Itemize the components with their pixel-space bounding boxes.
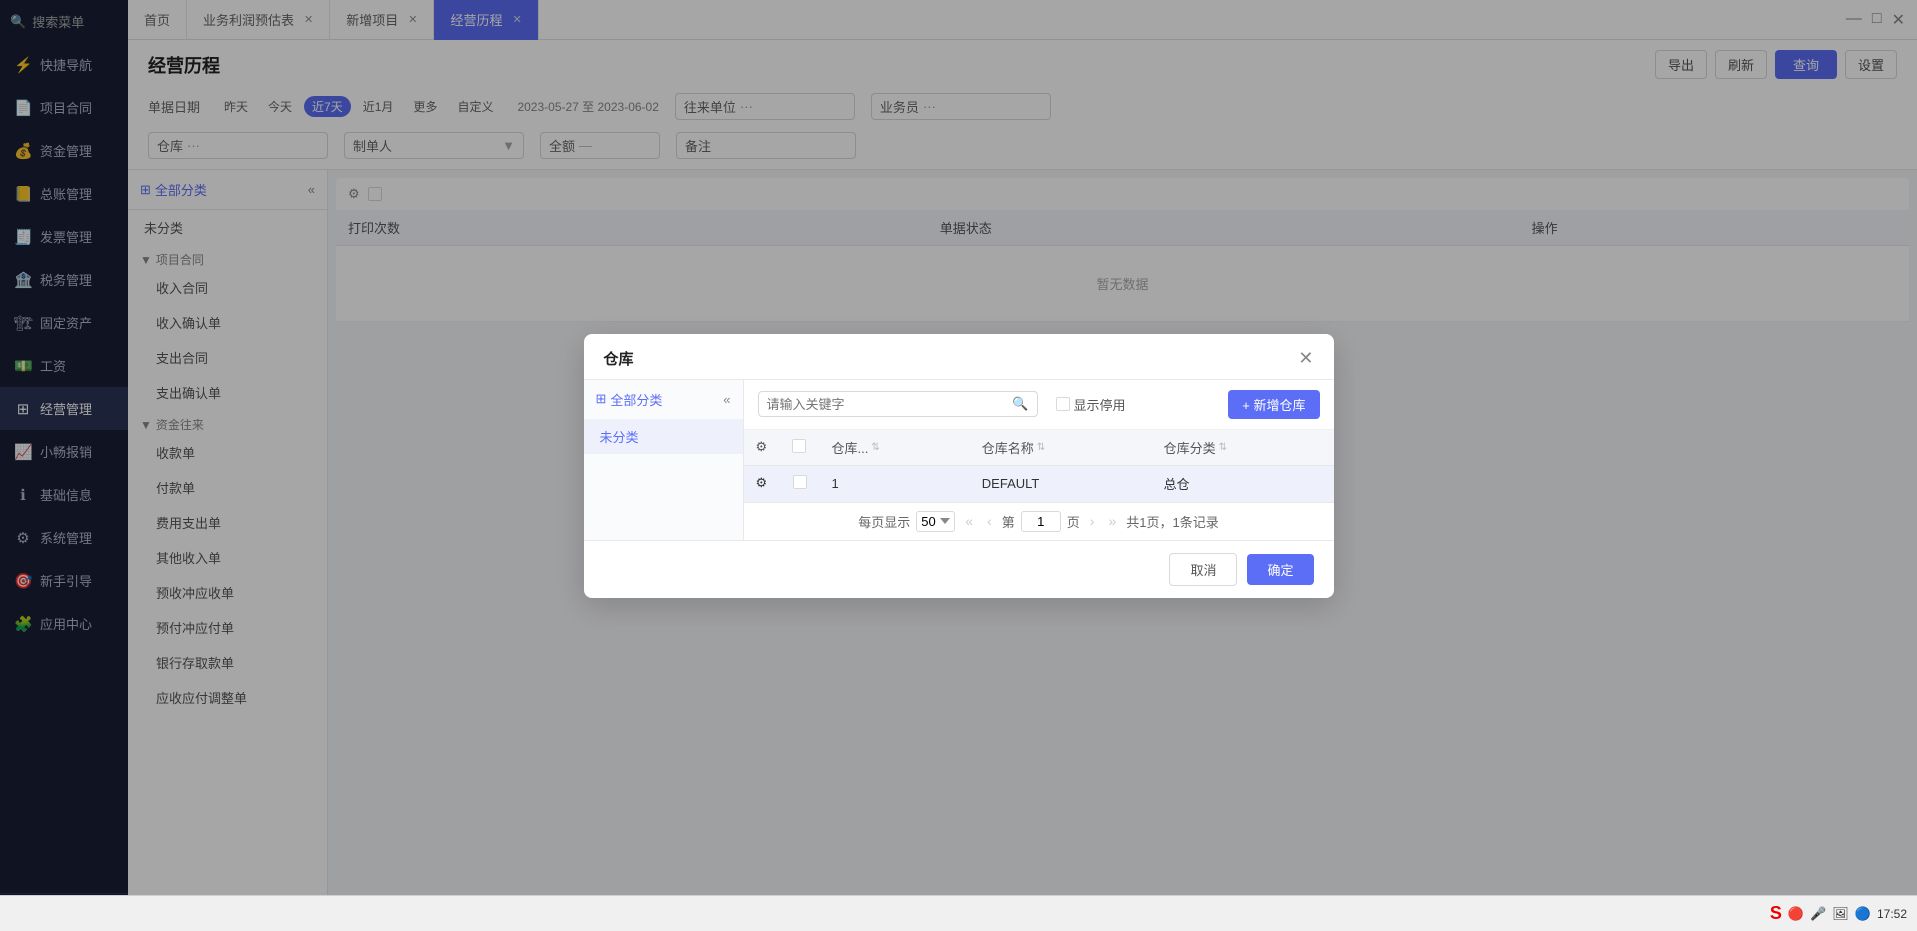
- system-tray: S 🔴 🎤 🖼 🔵 17:52: [1770, 903, 1907, 924]
- modal-pagination: 每页显示 50 « ‹ 第 1 页 › » 共1页，1条记录: [744, 502, 1334, 540]
- modal-left-scroll: 未分类: [584, 419, 743, 540]
- modal-search-box[interactable]: 🔍: [758, 391, 1038, 417]
- modal-left-collapse[interactable]: «: [723, 392, 730, 407]
- row-name-cell: 总仓: [1152, 465, 1334, 501]
- col-checkbox-header: [780, 430, 820, 466]
- modal-grid-icon: ⊞: [596, 391, 607, 407]
- taskbar-icon-4[interactable]: 🔵: [1855, 906, 1871, 922]
- modal-overlay[interactable]: 仓库 ✕ ⊞ 全部分类 « 未分类: [0, 0, 1917, 931]
- modal-left-item-uncategorized[interactable]: 未分类: [584, 419, 743, 454]
- show-disabled-label[interactable]: 显示停用: [1056, 395, 1126, 414]
- modal-body: ⊞ 全部分类 « 未分类 🔍: [584, 380, 1334, 540]
- row-code-cell: DEFAULT: [970, 465, 1152, 501]
- modal-left-panel: ⊞ 全部分类 « 未分类: [584, 380, 744, 540]
- show-disabled-checkbox[interactable]: [1056, 397, 1070, 411]
- warehouse-table: ⚙ 仓库... ⇅: [744, 430, 1334, 502]
- modal-page-number-input[interactable]: 1: [1021, 511, 1061, 532]
- col-category-header[interactable]: 仓库分类 ⇅: [1152, 430, 1334, 466]
- sort-name-icon: ⇅: [1037, 442, 1045, 453]
- row-settings-cell: ⚙: [744, 465, 780, 501]
- modal-toolbar: 🔍 显示停用 + 新增仓库: [744, 380, 1334, 430]
- modal-left-title: 全部分类: [610, 390, 662, 409]
- sort-category-icon: ⇅: [1219, 442, 1227, 453]
- modal-header: 仓库 ✕: [584, 334, 1334, 380]
- modal-page-suffix: 页: [1067, 512, 1080, 531]
- modal-search-icon: 🔍: [1012, 396, 1028, 412]
- taskbar-icon-3[interactable]: 🖼: [1832, 906, 1849, 922]
- table-row[interactable]: ⚙ 1 DEFAULT: [744, 465, 1334, 501]
- taskbar-time: 17:52: [1877, 907, 1907, 921]
- modal-footer: 取消 确定: [584, 540, 1334, 598]
- modal-title: 仓库: [604, 348, 634, 369]
- col-settings-header: ⚙: [744, 430, 780, 466]
- sort-code-icon: ⇅: [871, 442, 879, 453]
- add-warehouse-button[interactable]: + 新增仓库: [1228, 390, 1319, 419]
- modal-table-container: ⚙ 仓库... ⇅: [744, 430, 1334, 502]
- gear-icon-header[interactable]: ⚙: [756, 439, 768, 454]
- warehouse-modal: 仓库 ✕ ⊞ 全部分类 « 未分类: [584, 334, 1334, 598]
- modal-page-last[interactable]: »: [1104, 511, 1120, 531]
- modal-page-first[interactable]: «: [961, 511, 977, 531]
- modal-page-prev[interactable]: ‹: [983, 511, 996, 531]
- taskbar-icon-2[interactable]: 🎤: [1810, 906, 1826, 922]
- modal-page-label: 第: [1002, 512, 1015, 531]
- modal-search-input[interactable]: [767, 397, 1007, 412]
- taskbar-logo: S: [1770, 903, 1782, 924]
- modal-per-page-label: 每页显示: [858, 512, 910, 531]
- select-all-modal-checkbox[interactable]: [792, 439, 806, 453]
- col-name-header[interactable]: 仓库名称 ⇅: [970, 430, 1152, 466]
- row-checkbox-cell: [780, 465, 820, 501]
- modal-right: 🔍 显示停用 + 新增仓库 ⚙: [744, 380, 1334, 540]
- row-num-cell: 1: [820, 465, 970, 501]
- confirm-button[interactable]: 确定: [1247, 554, 1313, 585]
- modal-per-page-select[interactable]: 50: [916, 511, 955, 532]
- modal-page-next[interactable]: ›: [1086, 511, 1099, 531]
- row-checkbox[interactable]: [793, 475, 807, 489]
- modal-close-button[interactable]: ✕: [1298, 348, 1313, 369]
- row-gear-icon[interactable]: ⚙: [756, 475, 768, 490]
- taskbar-icon-1[interactable]: 🔴: [1788, 906, 1804, 922]
- cancel-button[interactable]: 取消: [1169, 553, 1237, 586]
- col-code-header[interactable]: 仓库... ⇅: [820, 430, 970, 466]
- modal-left-header: ⊞ 全部分类 «: [584, 380, 743, 419]
- modal-total-info: 共1页，1条记录: [1126, 512, 1218, 531]
- taskbar: S 🔴 🎤 🖼 🔵 17:52: [0, 895, 1917, 931]
